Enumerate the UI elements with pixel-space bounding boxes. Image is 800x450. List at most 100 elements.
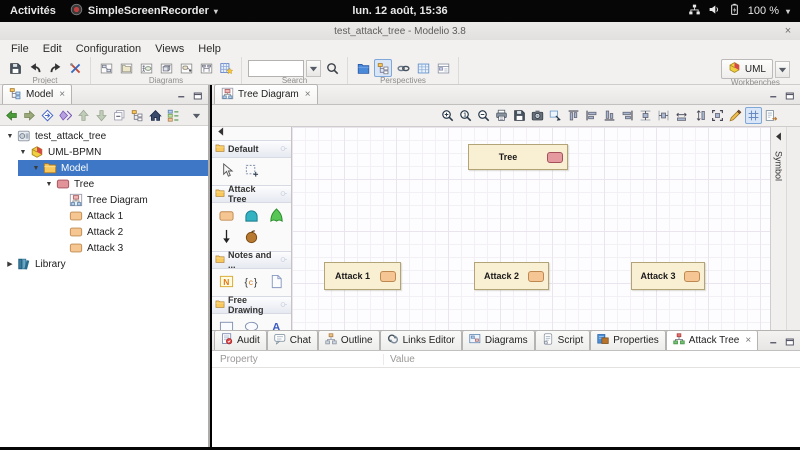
tab-audit[interactable]: Audit xyxy=(214,330,267,350)
tree-item-model[interactable]: ▼Model xyxy=(0,160,208,176)
style-brush-icon[interactable] xyxy=(727,107,744,124)
related2-icon[interactable] xyxy=(57,107,74,124)
maximize-button[interactable] xyxy=(783,90,796,101)
workbench-selector[interactable]: UML xyxy=(721,59,773,79)
view-menu-icon[interactable] xyxy=(188,107,205,124)
tab-diagrams[interactable]: Diagrams xyxy=(462,330,535,350)
activities-button[interactable]: Activités xyxy=(10,5,56,17)
menu-configuration[interactable]: Configuration xyxy=(69,43,148,55)
tab-model[interactable]: Model × xyxy=(2,84,72,104)
search-dropdown-button[interactable] xyxy=(306,60,321,77)
menu-edit[interactable]: Edit xyxy=(36,43,69,55)
move-up-icon[interactable] xyxy=(75,107,92,124)
model-tree-icon[interactable] xyxy=(374,59,392,77)
diagram-node-attack-3[interactable]: Attack 3 xyxy=(631,262,705,290)
document-tool[interactable] xyxy=(266,272,286,291)
class-diagram-icon[interactable] xyxy=(97,59,115,77)
folder-blue-icon[interactable] xyxy=(354,59,372,77)
snapshot-icon[interactable] xyxy=(529,107,546,124)
palette-section-notes-and-[interactable]: Notes and ... xyxy=(212,251,291,269)
diagram-node-tree[interactable]: Tree xyxy=(468,144,568,170)
collapse-arrow-icon[interactable]: ▼ xyxy=(43,181,55,188)
palette-collapse-icon[interactable] xyxy=(215,125,228,143)
search-input[interactable] xyxy=(248,60,304,77)
align-top-icon[interactable] xyxy=(565,107,582,124)
tab-outline[interactable]: Outline xyxy=(318,330,380,350)
use-case-diagram-icon[interactable] xyxy=(137,59,155,77)
print-icon[interactable] xyxy=(493,107,510,124)
tree-item-test-attack-tree[interactable]: ▼test_attack_tree xyxy=(0,128,208,144)
select-tool[interactable] xyxy=(216,161,236,180)
align-bottom-icon[interactable] xyxy=(601,107,618,124)
maximize-button[interactable] xyxy=(191,90,204,101)
collapse-all-icon[interactable] xyxy=(111,107,128,124)
tree-item-tree[interactable]: ▼Tree xyxy=(0,176,208,192)
redo-icon[interactable] xyxy=(46,59,64,77)
symbol-panel-collapsed[interactable]: Symbol xyxy=(770,127,786,330)
deployment-diagram-icon[interactable] xyxy=(157,59,175,77)
tab-chat[interactable]: Chat xyxy=(267,330,318,350)
system-tray[interactable]: 100 % ▾ xyxy=(688,3,800,19)
tab-properties[interactable]: Properties xyxy=(590,330,666,350)
window-close-button[interactable]: × xyxy=(776,25,800,37)
save-icon[interactable] xyxy=(511,107,528,124)
diagram-canvas[interactable]: Tree Attack 1 Attack 2 Attack 3 xyxy=(292,127,770,330)
pin-icon[interactable] xyxy=(279,144,288,155)
align-right-icon[interactable] xyxy=(619,107,636,124)
links-icon[interactable] xyxy=(394,59,412,77)
collapse-arrow-icon[interactable]: ▼ xyxy=(17,149,29,156)
diagram-node-attack-1[interactable]: Attack 1 xyxy=(324,262,401,290)
same-height-icon[interactable] xyxy=(691,107,708,124)
attack-node-tool[interactable] xyxy=(216,206,236,225)
menu-help[interactable]: Help xyxy=(191,43,228,55)
grid-view-icon[interactable] xyxy=(414,59,432,77)
event-tool[interactable] xyxy=(241,227,261,246)
nav-forward-icon[interactable] xyxy=(21,107,38,124)
pin-icon[interactable] xyxy=(279,300,288,311)
move-down-icon[interactable] xyxy=(93,107,110,124)
new-matrix-icon[interactable] xyxy=(217,59,235,77)
close-icon[interactable]: × xyxy=(59,89,65,100)
properties-table-body[interactable] xyxy=(212,368,800,447)
package-diagram-icon[interactable] xyxy=(117,59,135,77)
menu-views[interactable]: Views xyxy=(148,43,191,55)
state-diagram-icon[interactable] xyxy=(177,59,195,77)
minimize-button[interactable] xyxy=(767,90,780,101)
minimize-button[interactable] xyxy=(767,336,780,347)
tree-item-tree-diagram[interactable]: Tree Diagram xyxy=(0,192,208,208)
grid-icon[interactable] xyxy=(745,107,762,124)
tree-item-uml-bpmn[interactable]: ▼UML-BPMN xyxy=(0,144,208,160)
tab-attack-tree[interactable]: Attack Tree× xyxy=(666,330,758,350)
link-mode-icon[interactable] xyxy=(129,107,146,124)
constraint-tool[interactable]: {c} xyxy=(241,272,261,291)
close-icon[interactable]: × xyxy=(305,89,311,100)
align-left-icon[interactable] xyxy=(583,107,600,124)
expand-arrow-icon[interactable]: ▶ xyxy=(4,260,16,268)
palette-section-free-drawing[interactable]: Free Drawing xyxy=(212,296,291,314)
minimize-button[interactable] xyxy=(175,90,188,101)
distribute-h-icon[interactable] xyxy=(655,107,672,124)
export-icon[interactable] xyxy=(763,107,780,124)
tab-tree-diagram[interactable]: Tree Diagram × xyxy=(214,84,318,104)
and-gate-tool[interactable] xyxy=(241,206,261,225)
config-tree-icon[interactable] xyxy=(165,107,182,124)
close-icon[interactable]: × xyxy=(745,335,751,346)
palette-section-default[interactable]: Default xyxy=(212,140,291,158)
search-icon[interactable] xyxy=(323,59,341,77)
zoom-out-icon[interactable] xyxy=(475,107,492,124)
pin-icon[interactable] xyxy=(279,189,288,200)
undo-icon[interactable] xyxy=(26,59,44,77)
diagram-node-attack-2[interactable]: Attack 2 xyxy=(474,262,549,290)
collapse-arrow-icon[interactable]: ▼ xyxy=(30,165,42,172)
same-width-icon[interactable] xyxy=(673,107,690,124)
tree-item-attack-1[interactable]: Attack 1 xyxy=(0,208,208,224)
tab-script[interactable]: Script xyxy=(535,330,591,350)
zoom-in-icon[interactable] xyxy=(439,107,456,124)
nav-back-icon[interactable] xyxy=(3,107,20,124)
palette-section-attack-tree[interactable]: Attack Tree xyxy=(212,185,291,203)
link-tool[interactable] xyxy=(216,227,236,246)
home-icon[interactable] xyxy=(147,107,164,124)
menu-file[interactable]: File xyxy=(4,43,36,55)
marquee-tool[interactable] xyxy=(241,161,261,180)
fit-frame-icon[interactable] xyxy=(709,107,726,124)
